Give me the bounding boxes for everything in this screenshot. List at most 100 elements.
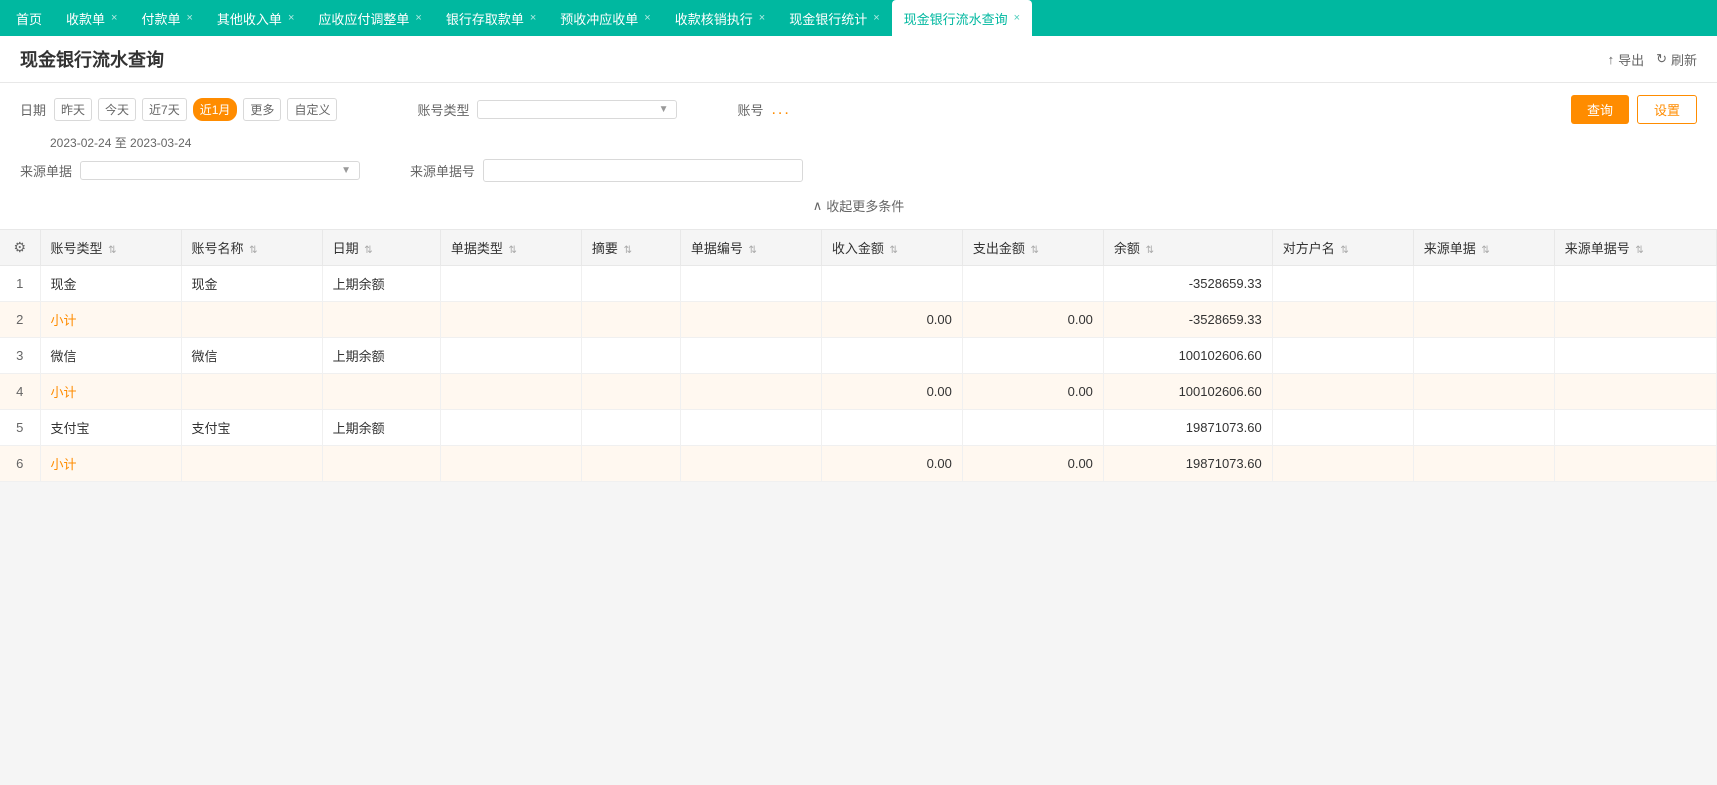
th-income[interactable]: 收入金额 ⇅ <box>821 230 962 266</box>
nav-tab-yingshouyingfu[interactable]: 应收应付调整单 × <box>306 0 433 36</box>
table-cell <box>322 446 440 482</box>
chevron-up-icon: ∧ <box>813 198 823 214</box>
th-counterpart[interactable]: 对方户名 ⇅ <box>1272 230 1413 266</box>
table-cell <box>1554 302 1716 338</box>
table-row: 6小计0.000.0019871073.60 <box>0 446 1717 482</box>
date-range-display: 2023-02-24 至 2023-03-24 <box>20 134 1697 151</box>
sort-icon: ⇅ <box>624 245 632 256</box>
table-cell <box>1272 410 1413 446</box>
table-cell <box>1554 410 1716 446</box>
date-options: 昨天 今天 近7天 近1月 更多 自定义 <box>54 98 337 121</box>
sort-icon: ⇅ <box>1146 245 1154 256</box>
source-doc-num-input[interactable] <box>483 159 803 182</box>
source-doc-filter: 来源单据 ▼ <box>20 161 360 180</box>
table-cell <box>821 410 962 446</box>
table-row: 5支付宝支付宝上期余额19871073.60 <box>0 410 1717 446</box>
date-btn-today[interactable]: 今天 <box>98 98 136 121</box>
table-cell <box>1413 302 1554 338</box>
close-icon[interactable]: × <box>111 12 117 24</box>
nav-tab-xianjinyinhang[interactable]: 现金银行统计 × <box>777 0 891 36</box>
query-button[interactable]: 查询 <box>1571 95 1629 124</box>
th-source-doc[interactable]: 来源单据 ⇅ <box>1413 230 1554 266</box>
table-cell <box>322 302 440 338</box>
th-account-type[interactable]: 账号类型 ⇅ <box>40 230 181 266</box>
table-cell: 支付宝 <box>40 410 181 446</box>
date-btn-custom[interactable]: 自定义 <box>287 98 337 121</box>
date-btn-7days[interactable]: 近7天 <box>142 98 187 121</box>
table-cell <box>680 338 821 374</box>
table-row: 4小计0.000.00100102606.60 <box>0 374 1717 410</box>
source-doc-select[interactable]: ▼ <box>80 161 360 180</box>
table-cell <box>581 374 680 410</box>
nav-tab-yushouchi[interactable]: 预收冲应收单 × <box>548 0 662 36</box>
table-body: 1现金现金上期余额-3528659.332小计0.000.00-3528659.… <box>0 266 1717 482</box>
table-cell <box>440 266 581 302</box>
nav-tab-shoukuanhexiao[interactable]: 收款核销执行 × <box>663 0 777 36</box>
refresh-button[interactable]: ↻ 刷新 <box>1656 50 1697 69</box>
nav-tab-shoukuandan[interactable]: 收款单 × <box>54 0 129 36</box>
sort-icon: ⇅ <box>748 245 756 256</box>
nav-home[interactable]: 首页 <box>4 0 54 36</box>
collapse-button[interactable]: ∧ 收起更多条件 <box>813 196 905 215</box>
date-btn-yesterday[interactable]: 昨天 <box>54 98 92 121</box>
nav-tab-yinhangcunqu[interactable]: 银行存取款单 × <box>434 0 548 36</box>
table-cell <box>1554 266 1716 302</box>
th-doc-no[interactable]: 单据编号 ⇅ <box>680 230 821 266</box>
table-cell <box>1413 266 1554 302</box>
table-cell <box>680 266 821 302</box>
table-cell <box>440 374 581 410</box>
action-buttons: 查询 设置 <box>1571 95 1697 124</box>
sort-icon: ⇅ <box>249 245 257 256</box>
sort-icon: ⇅ <box>364 245 372 256</box>
close-icon[interactable]: × <box>186 12 192 24</box>
account-type-select[interactable]: ▼ <box>477 100 677 119</box>
date-label: 日期 <box>20 100 46 119</box>
nav-tab-qitashourudan[interactable]: 其他收入单 × <box>205 0 306 36</box>
export-icon: ↑ <box>1608 52 1615 67</box>
th-summary[interactable]: 摘要 ⇅ <box>581 230 680 266</box>
date-btn-more[interactable]: 更多 <box>243 98 281 121</box>
th-doc-type[interactable]: 单据类型 ⇅ <box>440 230 581 266</box>
table-cell <box>581 410 680 446</box>
table-cell: 上期余额 <box>322 266 440 302</box>
filter-area: 日期 昨天 今天 近7天 近1月 更多 自定义 账号类型 ▼ 账号 ... <box>0 83 1717 230</box>
collapse-row: ∧ 收起更多条件 <box>20 192 1697 221</box>
th-account-name[interactable]: 账号名称 ⇅ <box>181 230 322 266</box>
table-cell <box>1272 374 1413 410</box>
account-dots-button[interactable]: ... <box>771 101 790 119</box>
table-cell <box>581 266 680 302</box>
account-type-filter: 账号类型 ▼ <box>417 100 677 119</box>
table-row: 1现金现金上期余额-3528659.33 <box>0 266 1717 302</box>
table-cell <box>581 338 680 374</box>
close-icon[interactable]: × <box>644 12 650 24</box>
table-cell <box>581 446 680 482</box>
header-actions: ↑ 导出 ↻ 刷新 <box>1608 50 1697 69</box>
table-cell: 上期余额 <box>322 338 440 374</box>
table-row: 2小计0.000.00-3528659.33 <box>0 302 1717 338</box>
close-icon[interactable]: × <box>288 12 294 24</box>
settings-button[interactable]: 设置 <box>1637 95 1697 124</box>
th-balance[interactable]: 余额 ⇅ <box>1103 230 1272 266</box>
table-cell <box>1554 374 1716 410</box>
sort-icon: ⇅ <box>1481 245 1489 256</box>
filter-row-1: 日期 昨天 今天 近7天 近1月 更多 自定义 账号类型 ▼ 账号 ... <box>20 95 1697 124</box>
close-icon[interactable]: × <box>759 12 765 24</box>
close-icon[interactable]: × <box>873 12 879 24</box>
table-cell: 0.00 <box>821 302 962 338</box>
date-btn-1month[interactable]: 近1月 <box>193 98 238 121</box>
gear-icon[interactable]: ⚙ <box>13 239 26 255</box>
close-icon[interactable]: × <box>530 12 536 24</box>
nav-tab-fukuandan[interactable]: 付款单 × <box>129 0 204 36</box>
table-cell: 现金 <box>181 266 322 302</box>
export-button[interactable]: ↑ 导出 <box>1608 50 1645 69</box>
th-settings[interactable]: ⚙ <box>0 230 40 266</box>
account-filter: 账号 ... <box>737 100 790 119</box>
table-cell: 2 <box>0 302 40 338</box>
th-source-doc-no[interactable]: 来源单据号 ⇅ <box>1554 230 1716 266</box>
th-date[interactable]: 日期 ⇅ <box>322 230 440 266</box>
close-icon[interactable]: × <box>415 12 421 24</box>
table-cell <box>680 374 821 410</box>
th-expense[interactable]: 支出金额 ⇅ <box>962 230 1103 266</box>
close-icon[interactable]: × <box>1014 12 1020 24</box>
nav-tab-liushui[interactable]: 现金银行流水查询 × <box>892 0 1032 36</box>
